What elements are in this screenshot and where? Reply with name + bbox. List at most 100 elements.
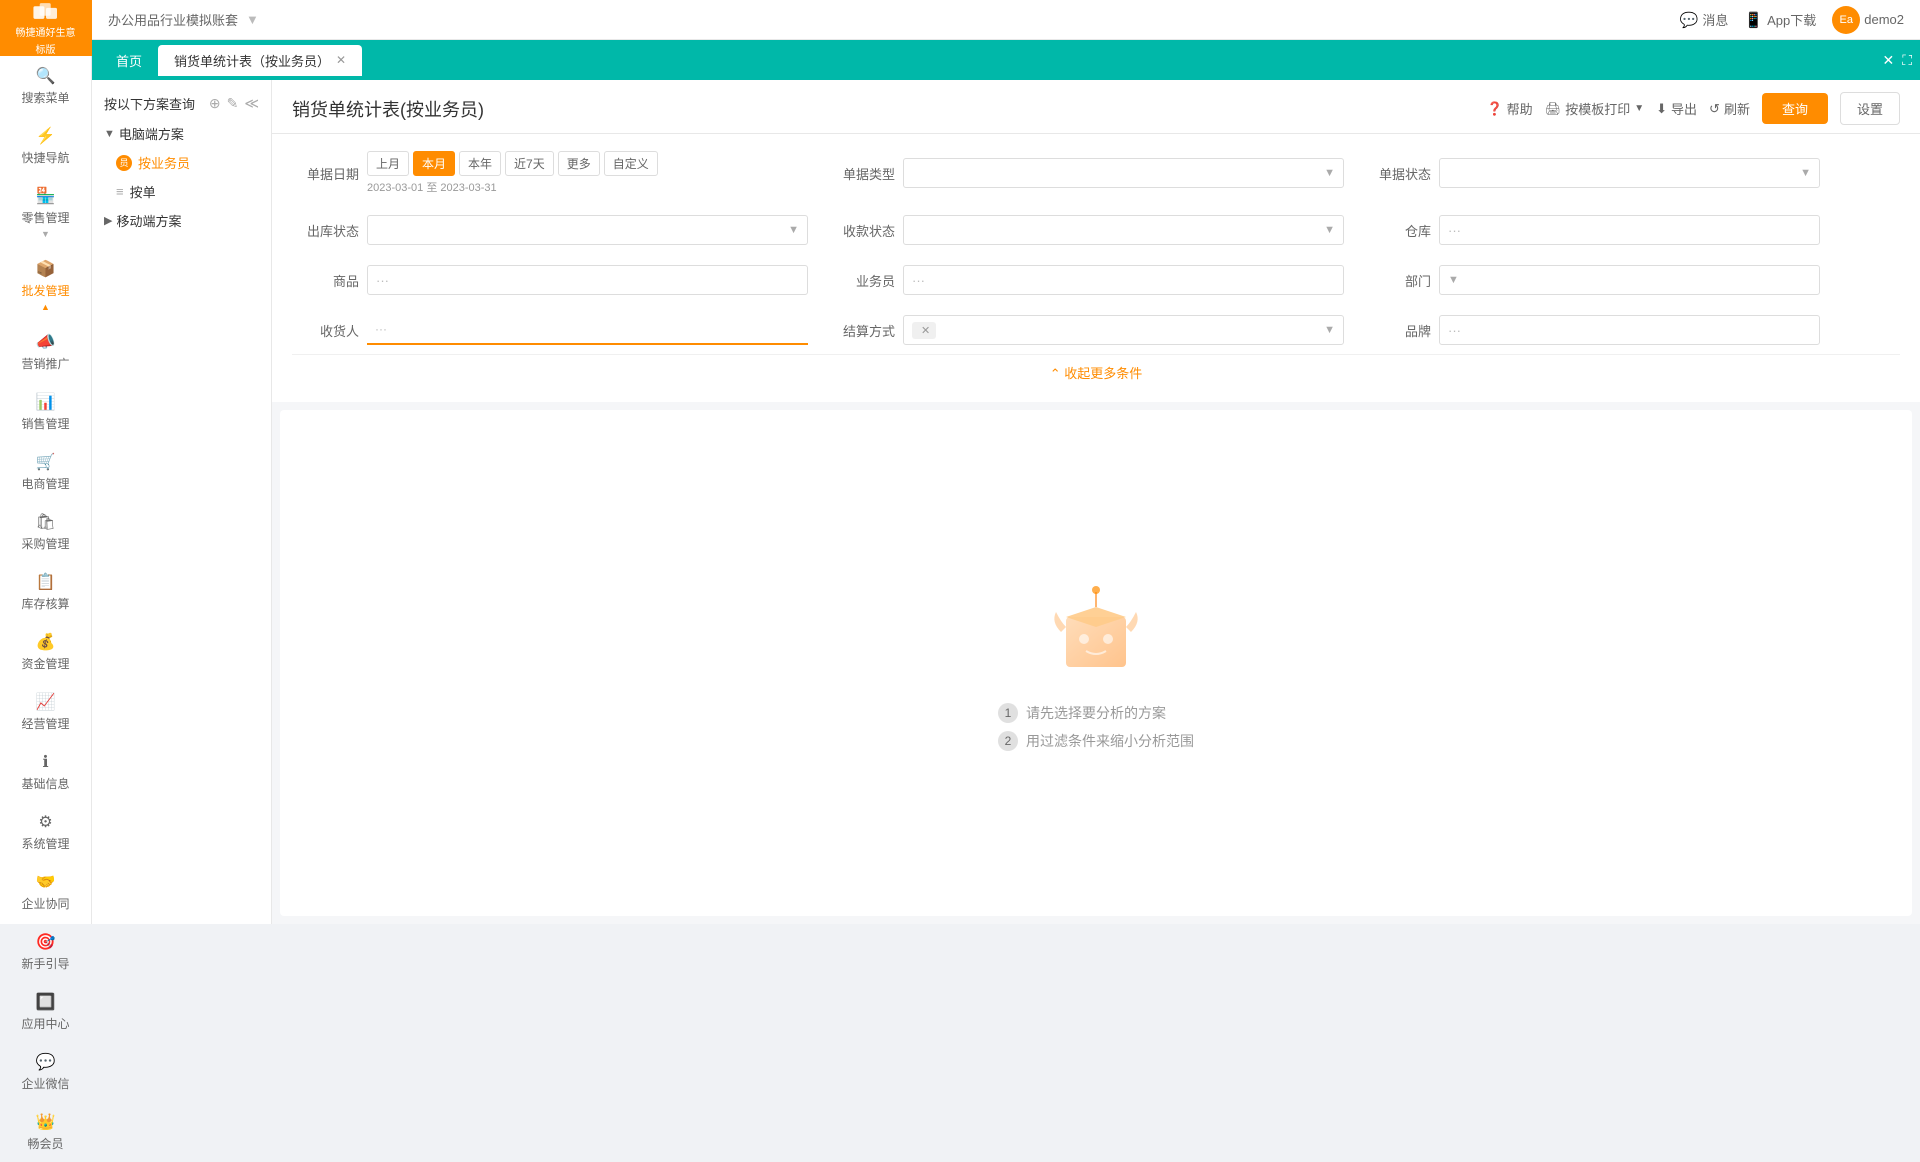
sidebar-item-purchase[interactable]: 🛍 采购管理 [0, 502, 92, 562]
department-select[interactable]: ▼ [1439, 265, 1820, 295]
print-button[interactable]: 🖨 按模板打印 ▼ [1545, 99, 1644, 118]
sidebar-item-marketing[interactable]: 📣 营销推广 [0, 322, 92, 382]
refresh-button[interactable]: ↺ 刷新 [1709, 99, 1750, 118]
tab-close-icon[interactable]: ✕ [336, 53, 346, 67]
settlement-tag-field[interactable]: ✕ ▼ [903, 315, 1344, 345]
user-menu[interactable]: Ea demo2 [1832, 6, 1904, 34]
salesperson-label: 业务员 [828, 271, 903, 290]
chevron-down-icon: ▼ [1448, 274, 1459, 286]
setting-button[interactable]: 设置 [1840, 92, 1900, 125]
app-download-label: App下载 [1767, 10, 1816, 29]
sidebar-item-system[interactable]: ⚙ 系统管理 [0, 802, 92, 862]
empty-tip-2: 2 用过滤条件来缩小分析范围 [998, 731, 1194, 751]
brand-label: 品牌 [1364, 321, 1439, 340]
date-btn-this-month[interactable]: 本月 [413, 151, 455, 176]
tip-num-1: 1 [998, 703, 1018, 723]
tree-child-order[interactable]: ≡ 按单 [108, 177, 271, 206]
main-area: 办公用品行业模拟账套 ▼ 💬 消息 📱 App下载 Ea demo2 首页 [92, 0, 1920, 924]
sidebar-item-label: 采购管理 [21, 535, 69, 552]
avatar: Ea [1832, 6, 1860, 34]
filter-salesperson: 业务员 ··· [828, 260, 1364, 300]
sidebar-item-retail[interactable]: 🏪 零售管理 ▼ [0, 176, 92, 249]
sidebar-item-label: 企业微信 [21, 1075, 69, 1092]
sidebar-item-basic[interactable]: ℹ 基础信息 [0, 742, 92, 802]
tree-children-desktop: 员 按业务员 ≡ 按单 [92, 148, 271, 206]
add-scheme-icon[interactable]: ⊕ [209, 95, 221, 112]
filter-department: 部门 ▼ [1364, 260, 1900, 300]
tab-expand-icon[interactable]: ✕ [1882, 52, 1894, 69]
left-panel-title-text: 按以下方案查询 [104, 94, 195, 113]
sidebar-item-enterprise[interactable]: 🤝 企业协同 [0, 862, 92, 922]
sidebar-item-beginner[interactable]: 🎯 新手引导 [0, 922, 92, 982]
collapse-button[interactable]: ⌃ 收起更多条件 [292, 354, 1900, 390]
consignee-label: 收货人 [292, 321, 367, 340]
tree-child-salesperson[interactable]: 员 按业务员 [108, 148, 271, 177]
basic-icon: ℹ [42, 752, 48, 772]
outstatus-label: 出库状态 [292, 221, 367, 240]
date-btn-this-year[interactable]: 本年 [459, 151, 501, 176]
topbar-breadcrumb: 办公用品行业模拟账套 ▼ [108, 10, 259, 29]
sidebar-item-label: 经营管理 [21, 715, 69, 732]
sidebar-item-sales[interactable]: 📊 销售管理 [0, 382, 92, 442]
topbar-right: 💬 消息 📱 App下载 Ea demo2 [1680, 6, 1904, 34]
receiptstatus-select[interactable]: ▼ [903, 215, 1344, 245]
tag-remove-icon[interactable]: ✕ [921, 324, 930, 337]
goods-select[interactable]: ··· [367, 265, 808, 295]
app-center-icon: 🔲 [36, 992, 56, 1012]
sidebar-item-label: 基础信息 [21, 775, 69, 792]
docstatus-select[interactable]: ▼ [1439, 158, 1820, 188]
date-btn-more[interactable]: 更多 [558, 151, 600, 176]
salesperson-select[interactable]: ··· [903, 265, 1344, 295]
department-label: 部门 [1364, 271, 1439, 290]
help-icon: ❓ [1486, 101, 1502, 117]
salesperson-badge: 员 [116, 155, 132, 171]
warehouse-input: ··· [1439, 215, 1820, 245]
tree-item-mobile[interactable]: ▶ 移动端方案 [92, 206, 271, 235]
sidebar-item-inventory[interactable]: 📋 库存核算 [0, 562, 92, 622]
print-arrow: ▼ [1634, 103, 1644, 114]
left-panel-icons: ⊕ ✎ ≪ [209, 95, 259, 112]
query-button[interactable]: 查询 [1762, 93, 1828, 124]
receiptstatus-input: ▼ [903, 215, 1344, 245]
sidebar-item-operations[interactable]: 📈 经营管理 [0, 682, 92, 742]
date-btn-custom[interactable]: 自定义 [604, 151, 658, 176]
sidebar-item-label: 零售管理 [21, 209, 69, 226]
message-button[interactable]: 💬 消息 [1680, 10, 1729, 29]
left-panel-title: 按以下方案查询 ⊕ ✎ ≪ [92, 88, 271, 119]
date-btn-7days[interactable]: 近7天 [505, 151, 554, 176]
app-download-button[interactable]: 📱 App下载 [1744, 10, 1816, 29]
tree-item-desktop[interactable]: ▼ 电脑端方案 [92, 119, 271, 148]
consignee-text-input[interactable]: ··· [367, 315, 808, 345]
chevron-icon: ▲ [41, 302, 50, 312]
sidebar-item-app-center[interactable]: 🔲 应用中心 [0, 982, 92, 1042]
sidebar-item-vip[interactable]: 👑 畅会员 [0, 1102, 92, 1162]
sidebar-item-quick-nav[interactable]: ⚡ 快捷导航 [0, 116, 92, 176]
tab-home[interactable]: 首页 [100, 45, 158, 76]
date-btn-last-month[interactable]: 上月 [367, 151, 409, 176]
sidebar-item-wechat[interactable]: 💬 企业微信 [0, 1042, 92, 1102]
sidebar-item-finance[interactable]: 💰 资金管理 [0, 622, 92, 682]
sidebar-item-wholesale[interactable]: 📦 批发管理 ▲ [0, 249, 92, 322]
finance-icon: 💰 [36, 632, 56, 652]
sidebar-item-label: 新手引导 [21, 955, 69, 972]
receiptstatus-label: 收款状态 [828, 221, 903, 240]
filter-doctype: 单据类型 ▼ [828, 146, 1364, 200]
tab-sales-report[interactable]: 销货单统计表（按业务员） ✕ [158, 45, 362, 76]
sidebar-item-search[interactable]: 🔍 搜索菜单 [0, 56, 92, 116]
outstatus-select[interactable]: ▼ [367, 215, 808, 245]
collapse-left-icon[interactable]: ≪ [244, 95, 259, 112]
print-label: 按模板打印 [1565, 99, 1630, 118]
help-button[interactable]: ❓ 帮助 [1486, 99, 1532, 118]
sidebar-item-label: 营销推广 [21, 355, 69, 372]
doctype-select[interactable]: ▼ [903, 158, 1344, 188]
export-label: 导出 [1671, 99, 1697, 118]
chevron-down-icon: ▼ [1324, 167, 1335, 179]
chevron-down-icon: ▼ [1324, 224, 1335, 236]
docstatus-input: ▼ [1439, 158, 1820, 188]
tab-maximize-icon[interactable]: ⛶ [1902, 52, 1912, 69]
export-button[interactable]: ⬇ 导出 [1656, 99, 1697, 118]
warehouse-select[interactable]: ··· [1439, 215, 1820, 245]
edit-scheme-icon[interactable]: ✎ [227, 95, 239, 112]
sidebar-item-ecommerce[interactable]: 🛒 电商管理 [0, 442, 92, 502]
brand-select[interactable]: ··· [1439, 315, 1820, 345]
